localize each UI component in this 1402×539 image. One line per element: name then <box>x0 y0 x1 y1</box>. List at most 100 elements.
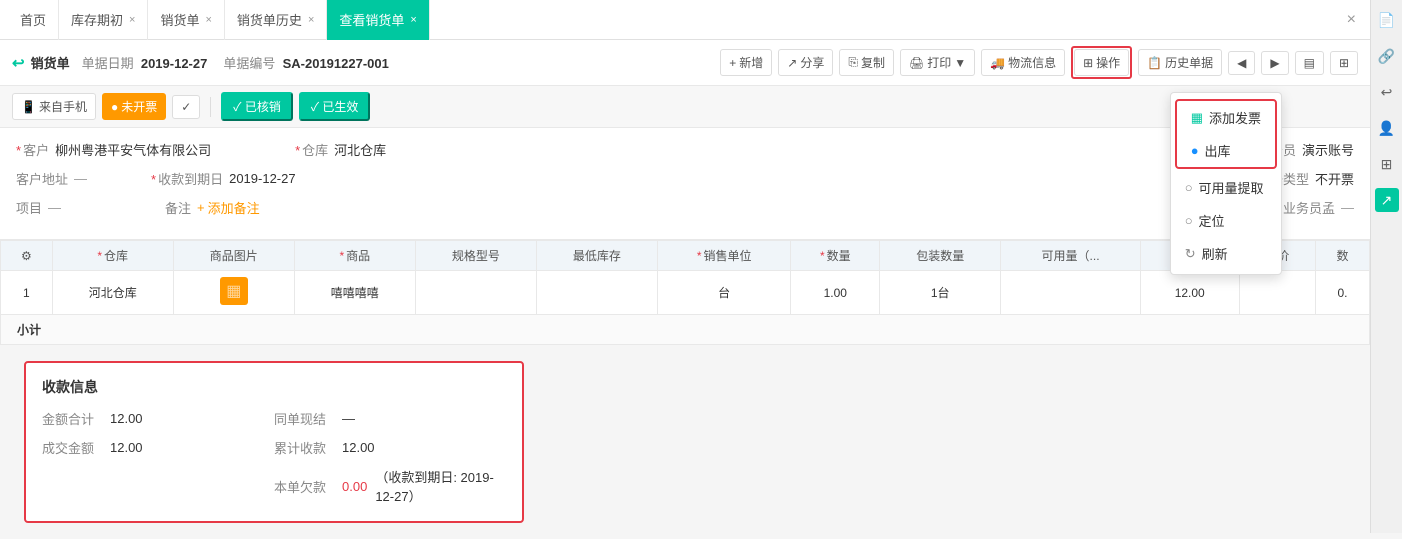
print-dropdown-arrow: ▼ <box>954 56 966 70</box>
add-note-button[interactable]: + 添加备注 <box>197 198 260 217</box>
payment-row-total: 金额合计 12.00 <box>42 407 274 430</box>
tab-sales-history-close[interactable]: × <box>308 14 314 26</box>
form-section: *客户 柳州粤港平安气体有限公司 *仓库 河北仓库 业务员 演示账号 客户地址 … <box>0 128 1370 240</box>
tab-view-sales-close[interactable]: × <box>410 14 416 26</box>
data-table: ⚙ *仓库 商品图片 *商品 规格型号 最低库存 *销售单位 *数量 包装数量 … <box>0 240 1370 345</box>
payment-grid: 金额合计 12.00 同单现结 — 成交金额 12.00 累计收款 12.00 <box>42 407 506 507</box>
list-view-icon: ▤ <box>1304 56 1315 70</box>
owed-date: 2019-12-27 <box>375 470 493 504</box>
row-pack-qty: 1台 <box>880 271 1001 315</box>
window-close-btn[interactable]: × <box>1341 7 1362 33</box>
payment-row-cumulative: 累计收款 12.00 <box>274 436 506 459</box>
tab-view-sales[interactable]: 查看销货单 × <box>327 0 429 40</box>
view-grid-button[interactable]: ⊞ <box>1330 51 1358 75</box>
nav-prev-button[interactable]: ◀ <box>1228 51 1255 75</box>
history-button[interactable]: 📋 历史单据 <box>1138 49 1222 76</box>
same-order-value: — <box>342 411 355 426</box>
note-field: 备注 + 添加备注 <box>165 198 260 217</box>
project-value: — <box>48 200 61 215</box>
table-header-row: ⚙ *仓库 商品图片 *商品 规格型号 最低库存 *销售单位 *数量 包装数量 … <box>1 241 1370 271</box>
tab-inventory-init-close[interactable]: × <box>129 14 135 26</box>
check-icon: ✓ <box>181 100 191 114</box>
sidebar-user-icon[interactable]: 👤 <box>1375 116 1399 140</box>
new-button[interactable]: + 新增 <box>720 49 772 76</box>
outbound-icon: ● <box>1191 143 1199 158</box>
next-icon: ▶ <box>1270 56 1279 70</box>
tab-inventory-init[interactable]: 库存期初 × <box>59 0 148 40</box>
copy-button[interactable]: ⎘ 复制 <box>839 49 894 76</box>
tab-sales-history-label: 销货单历史 <box>237 10 302 29</box>
col-min-stock: 最低库存 <box>536 241 657 271</box>
dropdown-outbound[interactable]: ● 出库 <box>1177 134 1275 167</box>
dropdown-refresh[interactable]: ↻ 刷新 <box>1171 237 1281 270</box>
payment-title: 收款信息 <box>42 377 506 397</box>
effective-check-icon: ✓ <box>311 100 319 114</box>
col-unit: *销售单位 <box>657 241 790 271</box>
logistics-button[interactable]: 🚚 物流信息 <box>981 49 1065 76</box>
deal-label: 成交金额 <box>42 438 102 457</box>
sidebar-grid-icon[interactable]: ⊞ <box>1375 152 1399 176</box>
sidebar-back-icon[interactable]: ↩ <box>1375 80 1399 104</box>
col-available: 可用量（... <box>1001 241 1141 271</box>
owed-suffix: （收款到期日: 2019-12-27） <box>375 467 506 505</box>
share-button[interactable]: ↗ 分享 <box>778 49 833 76</box>
address-field: 客户地址 — <box>16 169 87 188</box>
refresh-icon: ↻ <box>1185 246 1196 262</box>
subtotal-row: 小计 <box>1 315 1370 345</box>
dropdown-add-invoice[interactable]: ▦ 添加发票 <box>1177 101 1275 134</box>
dropdown-highlight-box: ▦ 添加发票 ● 出库 <box>1175 99 1277 169</box>
grid-view-icon: ⊞ <box>1339 56 1349 70</box>
tab-home[interactable]: 首页 <box>8 0 59 40</box>
tab-sales-order-close[interactable]: × <box>205 14 211 26</box>
row-num: 1 <box>1 271 53 315</box>
phone-icon: 📱 <box>21 100 36 114</box>
due-date-value: 2019-12-27 <box>229 171 296 186</box>
row-product-img <box>173 271 294 315</box>
col-gear[interactable]: ⚙ <box>1 241 53 271</box>
due-date-field: *收款到期日 2019-12-27 <box>151 169 296 188</box>
toolbar-separator <box>210 97 211 117</box>
col-product: *商品 <box>294 241 415 271</box>
header-actions: + 新增 ↗ 分享 ⎘ 复制 🖨 打印 ▼ 🚚 物流信息 <box>720 46 1358 79</box>
cumulative-label: 累计收款 <box>274 438 334 457</box>
confirmed-check-icon: ✓ <box>233 100 241 114</box>
subtotal-label: 小计 <box>1 315 1370 345</box>
nav-next-button[interactable]: ▶ <box>1261 51 1288 75</box>
sidebar-doc-icon[interactable]: 📄 <box>1375 8 1399 32</box>
total-value: 12.00 <box>110 411 143 426</box>
operation-button[interactable]: ⊞ 操作 <box>1074 49 1129 76</box>
doc-type-label: 销货单 <box>31 53 70 72</box>
table-section: ⚙ *仓库 商品图片 *商品 规格型号 最低库存 *销售单位 *数量 包装数量 … <box>0 240 1370 345</box>
salesman-value: — <box>1341 200 1354 215</box>
sidebar-link-icon[interactable]: 🔗 <box>1375 44 1399 68</box>
view-list-button[interactable]: ▤ <box>1295 51 1324 75</box>
owed-label: 本单欠款 <box>274 477 334 496</box>
row-current-stock: 12.00 <box>1140 271 1239 315</box>
ticket-value: 不开票 <box>1315 169 1354 188</box>
col-qty: *数量 <box>791 241 880 271</box>
operation-icon: ⊞ <box>1083 56 1093 70</box>
not-open-btn[interactable]: ● 未开票 <box>102 93 166 120</box>
doc-meta: 单据日期 2019-12-27 单据编号 SA-20191227-001 <box>82 53 389 72</box>
col-spec: 规格型号 <box>415 241 536 271</box>
share-icon: ↗ <box>787 56 797 70</box>
effective-btn[interactable]: ✓ 已生效 <box>299 92 371 121</box>
confirmed-btn[interactable]: ✓ 已核销 <box>221 92 293 121</box>
from-phone-btn[interactable]: 📱 来自手机 <box>12 93 96 120</box>
tab-sales-history[interactable]: 销货单历史 × <box>225 0 327 40</box>
staff-value: 演示账号 <box>1302 140 1354 159</box>
sidebar-expand-icon[interactable]: ↗ <box>1375 188 1399 212</box>
payment-row-deal: 成交金额 12.00 <box>42 436 274 459</box>
check-icon-btn[interactable]: ✓ <box>172 95 200 119</box>
payment-row-same-order: 同单现结 — <box>274 407 506 430</box>
print-button[interactable]: 🖨 打印 ▼ <box>900 49 975 76</box>
owed-value: 0.00 <box>342 479 367 494</box>
doc-type-icon: ↩ <box>12 54 25 72</box>
deal-value: 12.00 <box>110 440 143 455</box>
doc-date-value: 2019-12-27 <box>141 56 208 71</box>
dropdown-locate[interactable]: ○ 定位 <box>1171 204 1281 237</box>
tab-sales-order[interactable]: 销货单 × <box>148 0 224 40</box>
same-order-label: 同单现结 <box>274 409 334 428</box>
dropdown-get-available[interactable]: ○ 可用量提取 <box>1171 171 1281 204</box>
row-min-stock <box>536 271 657 315</box>
